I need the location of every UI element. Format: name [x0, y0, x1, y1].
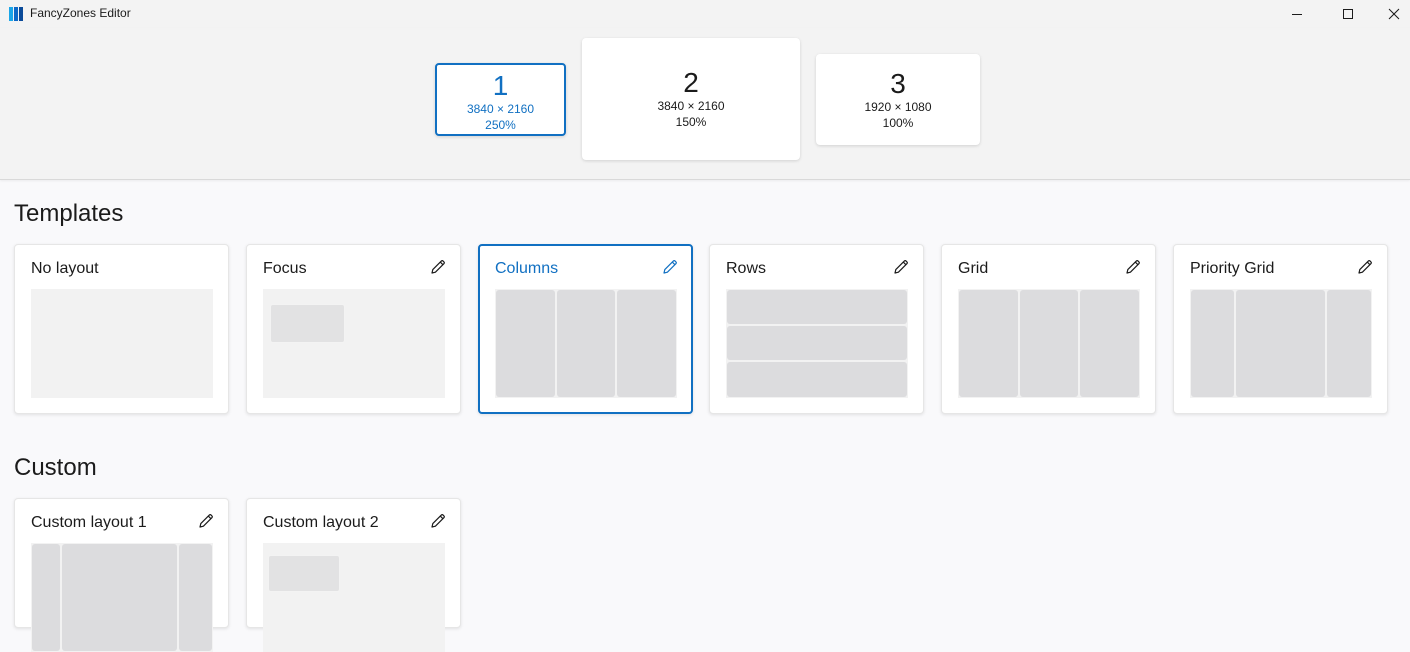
layout-preview: [495, 289, 677, 398]
custom-layout-label: Custom layout 1: [31, 514, 147, 531]
maximize-button[interactable]: [1325, 0, 1371, 28]
layout-preview: [263, 543, 445, 652]
template-card-priority-grid[interactable]: Priority Grid: [1173, 244, 1388, 414]
monitor-resolution: 3840 × 2160: [466, 102, 535, 116]
layout-preview: [263, 289, 445, 398]
layout-zone: [1236, 290, 1325, 397]
monitor-3-button[interactable]: 3 1920 × 1080 100%: [816, 54, 980, 145]
template-card-focus[interactable]: Focus: [246, 244, 461, 414]
layout-zone: [557, 290, 615, 397]
edit-pencil-icon[interactable]: [197, 512, 215, 530]
maximize-icon: [1343, 9, 1353, 19]
close-button[interactable]: [1371, 0, 1410, 28]
template-card-grid[interactable]: Grid: [941, 244, 1156, 414]
monitor-number: 2: [683, 67, 699, 98]
template-card-no-layout[interactable]: No layout: [14, 244, 229, 414]
layout-preview: [958, 289, 1140, 398]
monitor-selector: 1 3840 × 2160 250% 2 3840 × 2160 150% 3 …: [0, 28, 1410, 180]
edit-pencil-icon[interactable]: [1356, 258, 1374, 276]
layout-zone: [727, 290, 907, 324]
template-label: Columns: [495, 260, 559, 277]
fancyzones-app-icon: [9, 7, 23, 21]
edit-pencil-icon[interactable]: [429, 258, 447, 276]
monitor-resolution: 3840 × 2160: [657, 99, 725, 113]
layout-zone: [727, 326, 907, 360]
edit-pencil-icon[interactable]: [429, 512, 447, 530]
layout-preview: [1190, 289, 1372, 398]
monitor-1-button[interactable]: 1 3840 × 2160 250%: [435, 63, 566, 136]
layout-preview: [31, 543, 213, 652]
layout-zone: [1020, 290, 1078, 397]
window-title: FancyZones Editor: [30, 6, 131, 20]
monitor-number: 1: [492, 70, 509, 101]
template-label: Grid: [958, 260, 989, 277]
monitor-scale: 150%: [675, 115, 707, 129]
layout-zone: [62, 544, 177, 651]
custom-layout-label: Custom layout 2: [263, 514, 379, 531]
monitor-scale: 100%: [882, 116, 914, 130]
edit-pencil-icon[interactable]: [1124, 258, 1142, 276]
custom-heading: Custom: [14, 454, 97, 481]
monitor-resolution: 1920 × 1080: [864, 100, 932, 114]
layout-zone: [959, 290, 1018, 397]
custom-layout-card-1[interactable]: Custom layout 1: [14, 498, 229, 652]
close-icon: [1388, 8, 1400, 20]
edit-pencil-icon[interactable]: [892, 258, 910, 276]
templates-heading: Templates: [14, 200, 124, 227]
layout-zone: [1191, 290, 1234, 397]
template-label: No layout: [31, 260, 99, 277]
layout-zone: [727, 362, 907, 397]
layout-zone: [268, 555, 340, 592]
layout-zone: [617, 290, 676, 397]
template-label: Rows: [726, 260, 767, 277]
layout-preview: [31, 289, 213, 398]
edit-pencil-icon[interactable]: [661, 258, 679, 276]
template-card-rows[interactable]: Rows: [709, 244, 924, 414]
monitor-2-button[interactable]: 2 3840 × 2160 150%: [582, 38, 800, 160]
template-label: Priority Grid: [1190, 260, 1275, 277]
layout-zone: [270, 304, 345, 343]
monitor-scale: 250%: [485, 118, 516, 132]
template-label: Focus: [263, 260, 307, 277]
layout-zone: [1327, 290, 1371, 397]
monitor-number: 3: [890, 68, 906, 99]
layout-zone: [179, 544, 212, 651]
custom-layout-card-2[interactable]: Custom layout 2: [246, 498, 461, 652]
title-bar: FancyZones Editor: [0, 0, 1410, 28]
layout-zone: [32, 544, 60, 651]
layout-zone: [1080, 290, 1139, 397]
template-card-columns[interactable]: Columns: [478, 244, 693, 414]
minimize-button[interactable]: [1274, 0, 1320, 28]
layout-preview: [726, 289, 908, 398]
minimize-icon: [1292, 14, 1302, 15]
layout-zone: [496, 290, 555, 397]
